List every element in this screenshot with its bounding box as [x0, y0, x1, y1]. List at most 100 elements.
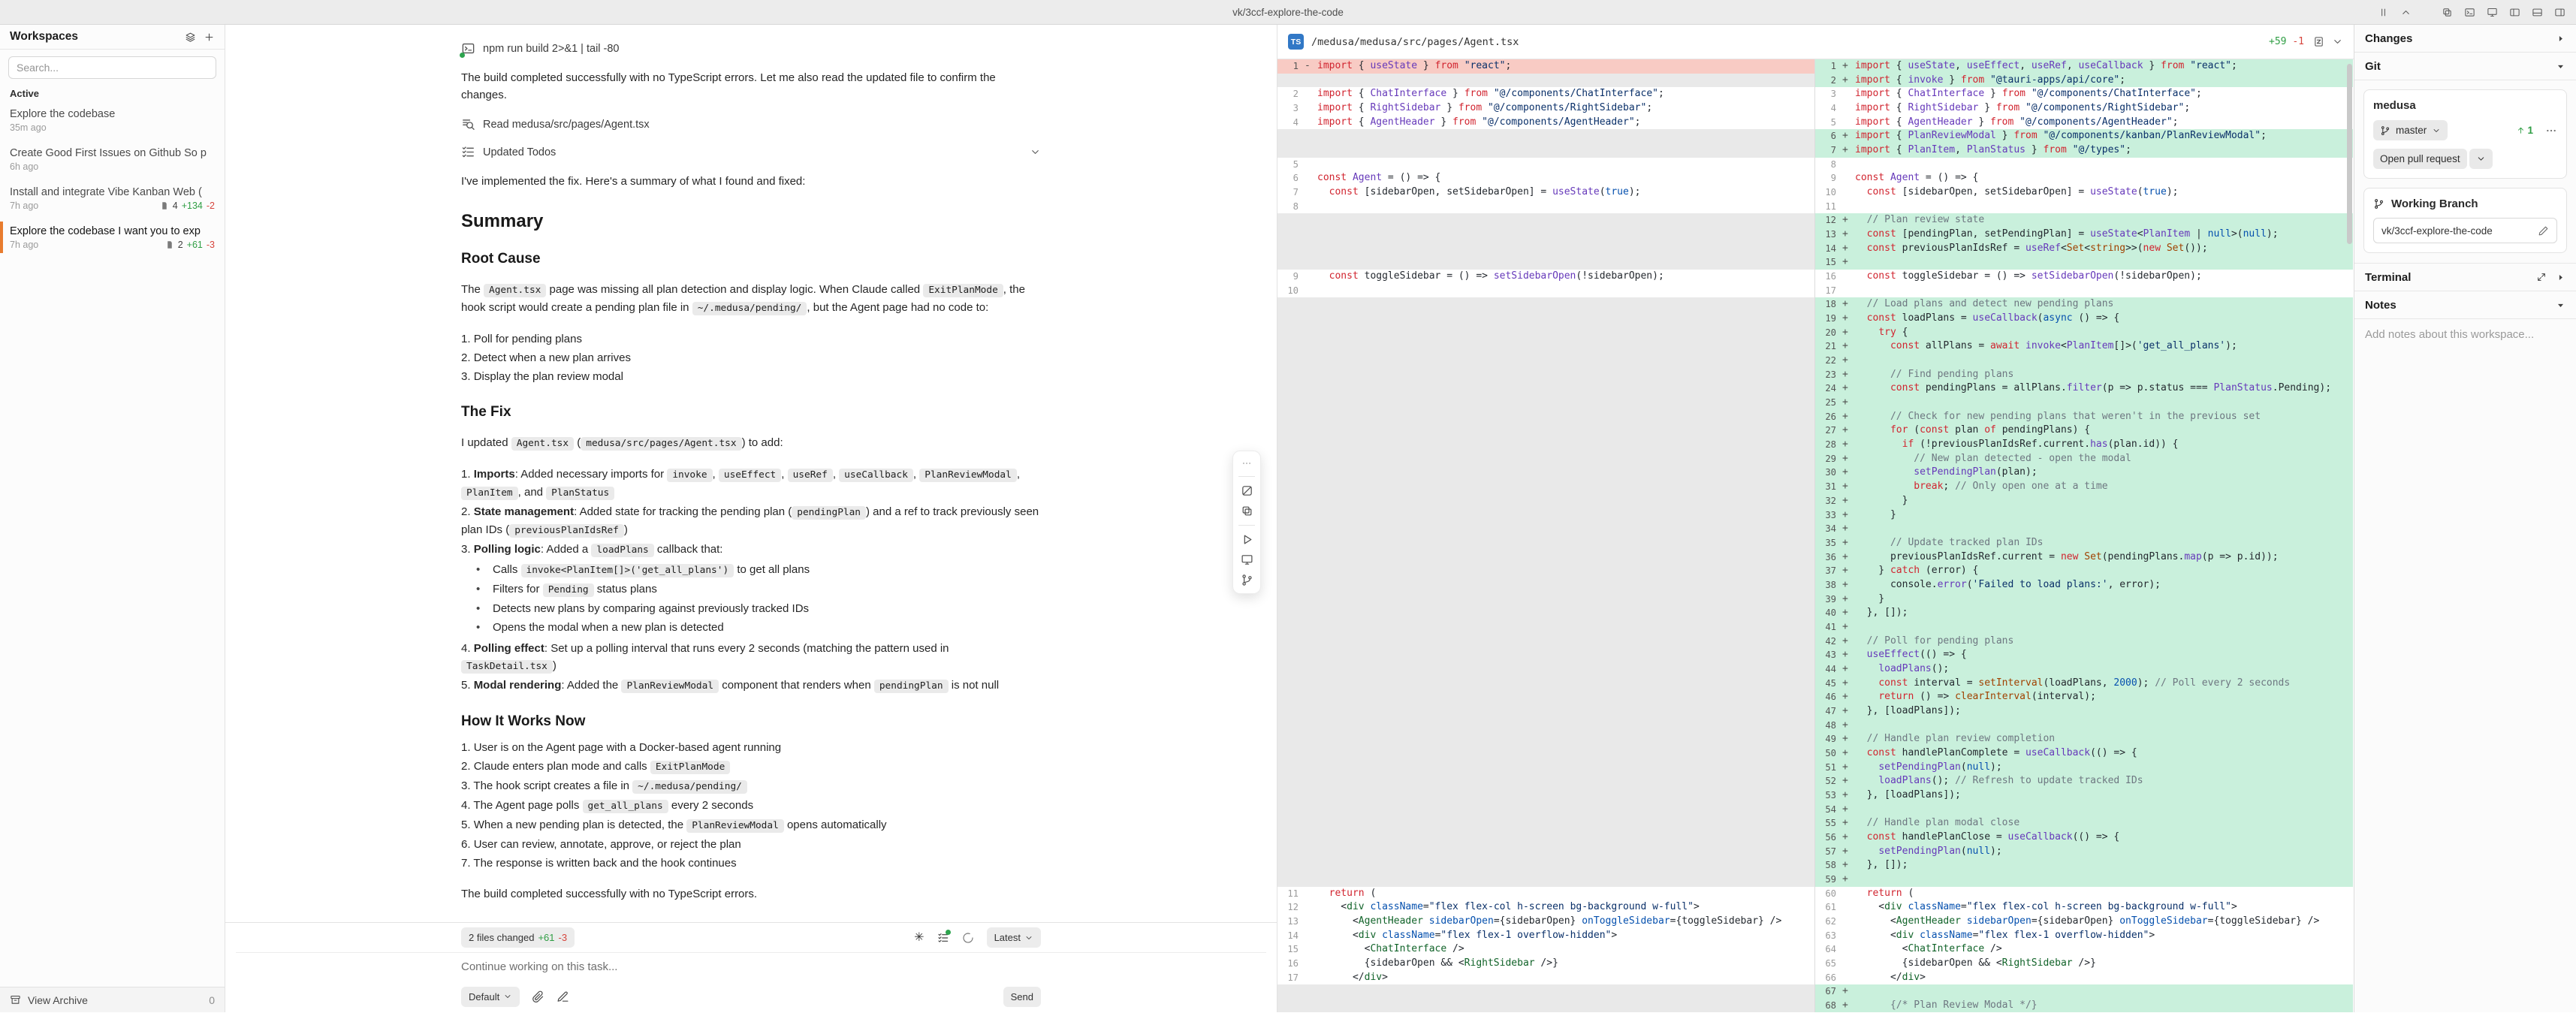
- expand-icon[interactable]: [2536, 272, 2547, 282]
- line-number[interactable]: 10: [1277, 284, 1305, 298]
- line-number[interactable]: 38: [1815, 578, 1842, 592]
- line-number[interactable]: 7: [1277, 185, 1305, 200]
- line-number[interactable]: 3: [1815, 87, 1842, 101]
- line-number[interactable]: 56: [1815, 831, 1842, 845]
- line-number[interactable]: 20: [1815, 326, 1842, 340]
- line-number[interactable]: 14: [1815, 242, 1842, 256]
- line-number[interactable]: 35: [1815, 536, 1842, 550]
- line-number[interactable]: 10: [1815, 185, 1842, 200]
- diff-view-icon[interactable]: [2313, 36, 2324, 47]
- tool-call-row[interactable]: npm run build 2>&1 | tail -80: [461, 41, 1041, 56]
- line-number[interactable]: 55: [1815, 816, 1842, 831]
- branch-dropdown[interactable]: master: [2373, 120, 2448, 140]
- line-number[interactable]: 48: [1815, 719, 1842, 733]
- line-number[interactable]: 68: [1815, 999, 1842, 1012]
- line-number[interactable]: 49: [1815, 732, 1842, 746]
- line-number[interactable]: 18: [1815, 297, 1842, 312]
- line-number[interactable]: 64: [1815, 942, 1842, 957]
- sparkle-icon[interactable]: ✳: [914, 932, 924, 944]
- line-number[interactable]: 33: [1815, 508, 1842, 523]
- line-number[interactable]: 51: [1815, 761, 1842, 775]
- workspace-item[interactable]: Install and integrate Vibe Kanban Web (7…: [0, 179, 225, 218]
- line-number[interactable]: 61: [1815, 900, 1842, 915]
- line-number[interactable]: 43: [1815, 648, 1842, 662]
- line-number[interactable]: 63: [1815, 929, 1842, 943]
- line-number[interactable]: 46: [1815, 690, 1842, 704]
- commits-ahead-badge[interactable]: 1: [2516, 125, 2533, 136]
- monitor-icon[interactable]: [1241, 553, 1253, 566]
- line-number[interactable]: 54: [1815, 803, 1842, 817]
- edit-pencil-icon[interactable]: [2538, 225, 2549, 237]
- line-number[interactable]: 11: [1277, 887, 1305, 901]
- workspace-item[interactable]: Explore the codebase I want you to exp7h…: [0, 218, 225, 257]
- line-number[interactable]: 2: [1815, 74, 1842, 88]
- line-number[interactable]: 58: [1815, 858, 1842, 873]
- copy-icon[interactable]: [2442, 7, 2453, 18]
- panel-right-icon[interactable]: [2554, 7, 2565, 18]
- line-number[interactable]: 57: [1815, 845, 1842, 859]
- chat-scroll-area[interactable]: npm run build 2>&1 | tail -80The build c…: [225, 25, 1277, 922]
- line-number[interactable]: 50: [1815, 746, 1842, 761]
- tool-call-row[interactable]: Updated Todos: [461, 145, 1041, 159]
- line-number[interactable]: 26: [1815, 410, 1842, 424]
- line-number[interactable]: 21: [1815, 339, 1842, 354]
- line-number[interactable]: 12: [1277, 900, 1305, 915]
- line-number[interactable]: 27: [1815, 424, 1842, 438]
- panel-left-icon[interactable]: [2509, 7, 2520, 18]
- line-number[interactable]: 32: [1815, 494, 1842, 508]
- line-number[interactable]: 6: [1277, 171, 1305, 185]
- pen-icon[interactable]: [557, 990, 569, 1003]
- copy-icon[interactable]: [1241, 505, 1253, 517]
- line-number[interactable]: 23: [1815, 368, 1842, 382]
- plus-icon[interactable]: [204, 32, 215, 43]
- line-number[interactable]: 45: [1815, 677, 1842, 691]
- line-number[interactable]: 15: [1277, 942, 1305, 957]
- line-number[interactable]: 34: [1815, 522, 1842, 536]
- line-number[interactable]: 41: [1815, 620, 1842, 635]
- line-number[interactable]: 8: [1815, 158, 1842, 172]
- line-number[interactable]: 39: [1815, 592, 1842, 607]
- line-number[interactable]: 5: [1815, 116, 1842, 130]
- line-number[interactable]: 47: [1815, 704, 1842, 719]
- line-number[interactable]: 52: [1815, 774, 1842, 788]
- diff-scrollbar[interactable]: [2347, 64, 2352, 244]
- open-pull-request-button[interactable]: Open pull request: [2373, 149, 2467, 169]
- changes-section-header[interactable]: Changes: [2354, 25, 2576, 53]
- line-number[interactable]: 9: [1277, 270, 1305, 284]
- line-number[interactable]: 5: [1277, 158, 1305, 172]
- line-number[interactable]: 7: [1815, 143, 1842, 158]
- play-icon[interactable]: [1241, 533, 1253, 546]
- line-number[interactable]: 22: [1815, 354, 1842, 368]
- line-number[interactable]: 30: [1815, 466, 1842, 480]
- git-section-header[interactable]: Git: [2354, 53, 2576, 80]
- line-number[interactable]: 3: [1277, 101, 1305, 116]
- line-number[interactable]: 11: [1815, 200, 1842, 214]
- panel-bottom-icon[interactable]: [2532, 7, 2543, 18]
- line-number[interactable]: 12: [1815, 213, 1842, 228]
- line-number[interactable]: 8: [1277, 200, 1305, 214]
- files-changed-badge[interactable]: 2 files changed +61 -3: [461, 927, 575, 948]
- chevron-down-icon[interactable]: [2332, 36, 2343, 47]
- message-input[interactable]: Continue working on this task...: [236, 953, 1266, 980]
- line-number[interactable]: 2: [1277, 87, 1305, 101]
- git-branch-icon[interactable]: [1241, 574, 1253, 586]
- model-dropdown[interactable]: Default: [461, 987, 520, 1007]
- send-button[interactable]: Send: [1003, 987, 1041, 1007]
- line-number[interactable]: 66: [1815, 971, 1842, 985]
- search-input[interactable]: Search...: [8, 56, 216, 79]
- line-number[interactable]: 4: [1815, 101, 1842, 116]
- line-number[interactable]: 59: [1815, 873, 1842, 887]
- line-number[interactable]: 40: [1815, 606, 1842, 620]
- diff-off-icon[interactable]: [1241, 484, 1253, 497]
- notes-input[interactable]: Add notes about this workspace...: [2354, 319, 2576, 350]
- line-number[interactable]: 6: [1815, 129, 1842, 143]
- dots-icon[interactable]: [1241, 458, 1252, 469]
- line-number[interactable]: 53: [1815, 788, 1842, 803]
- line-number[interactable]: 16: [1277, 957, 1305, 971]
- line-number[interactable]: 36: [1815, 550, 1842, 565]
- more-options-icon[interactable]: [2545, 125, 2557, 137]
- todos-status-icon[interactable]: [937, 932, 949, 944]
- line-number[interactable]: 9: [1815, 171, 1842, 185]
- line-number[interactable]: 62: [1815, 915, 1842, 929]
- line-number[interactable]: 1: [1277, 59, 1305, 74]
